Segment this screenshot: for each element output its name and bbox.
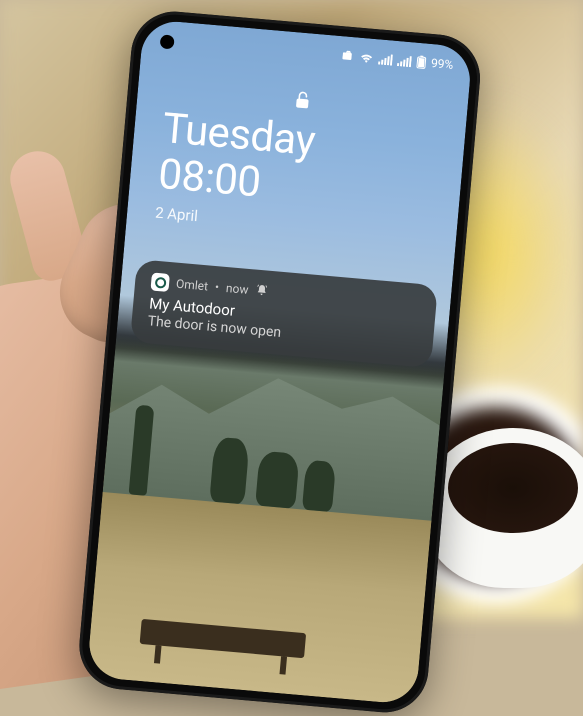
notification-time: now [225,281,249,297]
bell-icon [255,283,268,299]
status-bar: 99% [342,48,454,72]
wifi-icon [359,51,374,63]
camera-hole [160,34,175,49]
app-name: Omlet [176,277,209,294]
battery-icon [415,55,426,70]
camera-status-icon [342,50,355,61]
wallpaper-ground [87,492,432,705]
clock-area: Tuesday 08:00 2 April [154,106,316,235]
notification-card[interactable]: Omlet • now My Autodoor The door is now … [130,259,438,368]
signal-icon [378,53,393,65]
separator-dot: • [214,280,219,294]
app-icon [150,272,170,292]
signal-icon-2 [397,55,412,67]
unlock-icon [294,90,312,113]
wallpaper-trees [129,363,371,515]
phone-frame: 99% Tuesday 08:00 2 April Omlet • now [76,8,484,716]
phone-screen[interactable]: 99% Tuesday 08:00 2 April Omlet • now [87,19,473,705]
battery-percentage: 99% [430,56,453,72]
